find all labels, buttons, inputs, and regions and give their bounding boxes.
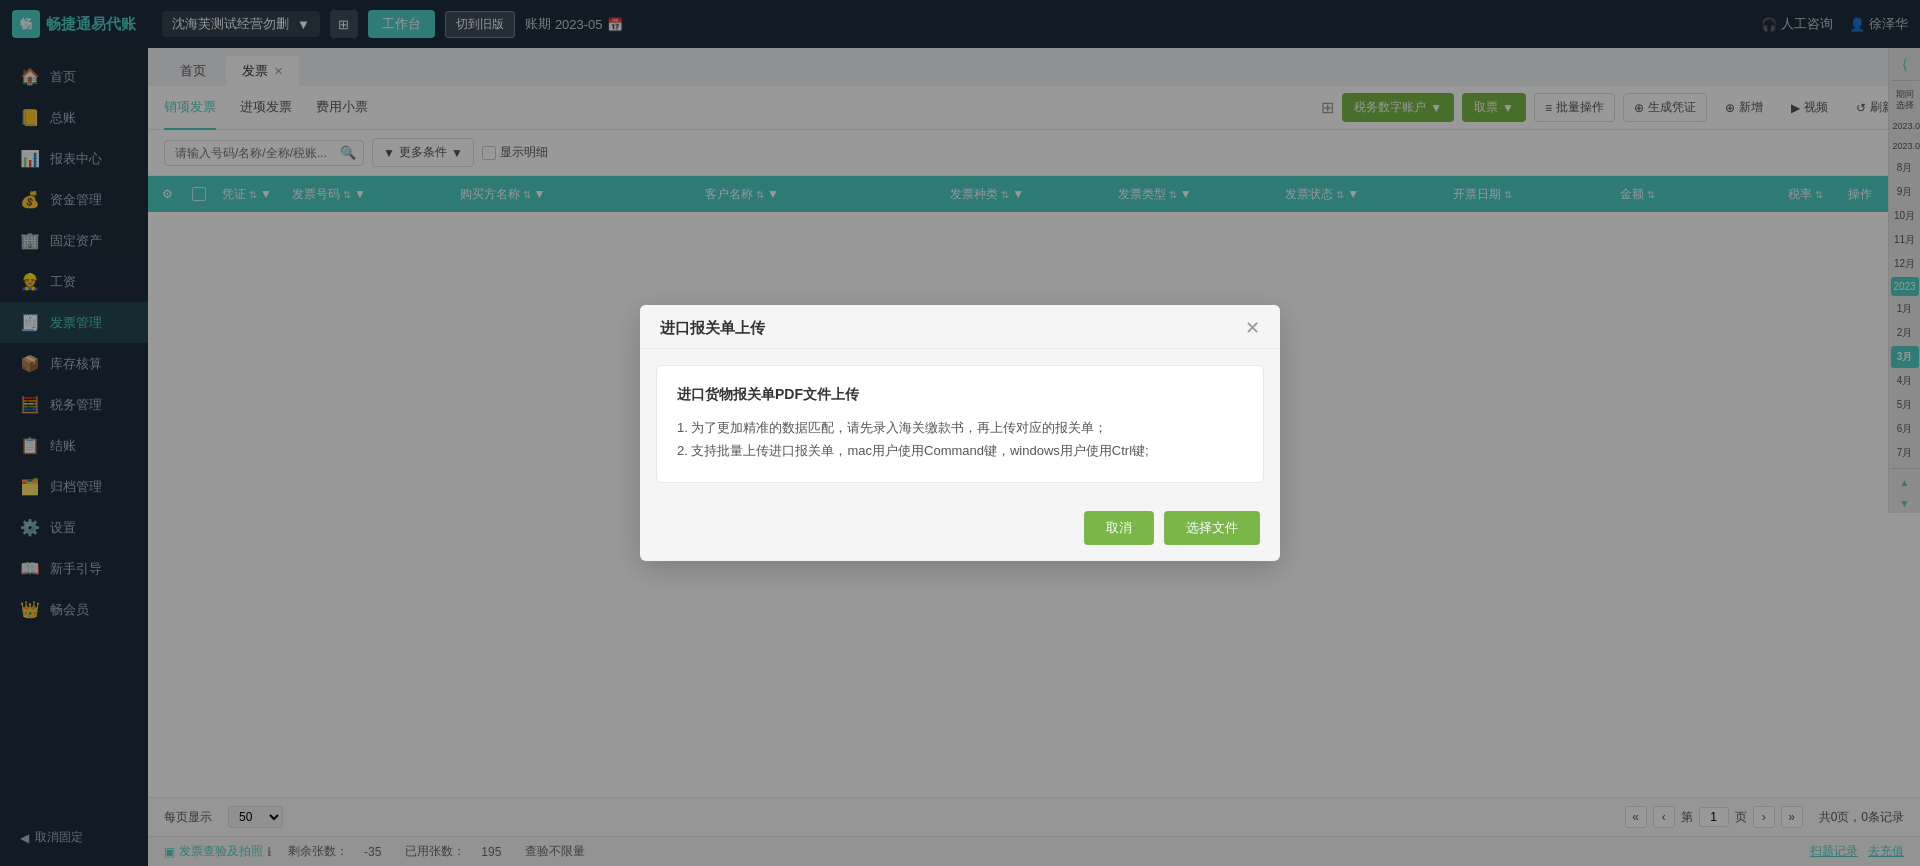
modal-close-btn[interactable]: ✕ [1245, 319, 1260, 337]
modal-notes: 1. 为了更加精准的数据匹配，请先录入海关缴款书，再上传对应的报关单； 2. 支… [677, 416, 1243, 463]
modal-title: 进口报关单上传 [660, 319, 765, 338]
modal-body-title: 进口货物报关单PDF文件上传 [677, 386, 1243, 404]
modal-cancel-btn[interactable]: 取消 [1084, 511, 1154, 545]
modal-overlay: 进口报关单上传 ✕ 进口货物报关单PDF文件上传 1. 为了更加精准的数据匹配，… [0, 0, 1920, 866]
modal-body: 进口货物报关单PDF文件上传 1. 为了更加精准的数据匹配，请先录入海关缴款书，… [656, 365, 1264, 484]
modal-note-2: 2. 支持批量上传进口报关单，mac用户使用Command键，windows用户… [677, 439, 1243, 462]
modal-footer: 取消 选择文件 [640, 499, 1280, 561]
modal-select-file-btn[interactable]: 选择文件 [1164, 511, 1260, 545]
modal-header: 进口报关单上传 ✕ [640, 305, 1280, 349]
modal-note-1: 1. 为了更加精准的数据匹配，请先录入海关缴款书，再上传对应的报关单； [677, 416, 1243, 439]
modal-dialog: 进口报关单上传 ✕ 进口货物报关单PDF文件上传 1. 为了更加精准的数据匹配，… [640, 305, 1280, 562]
